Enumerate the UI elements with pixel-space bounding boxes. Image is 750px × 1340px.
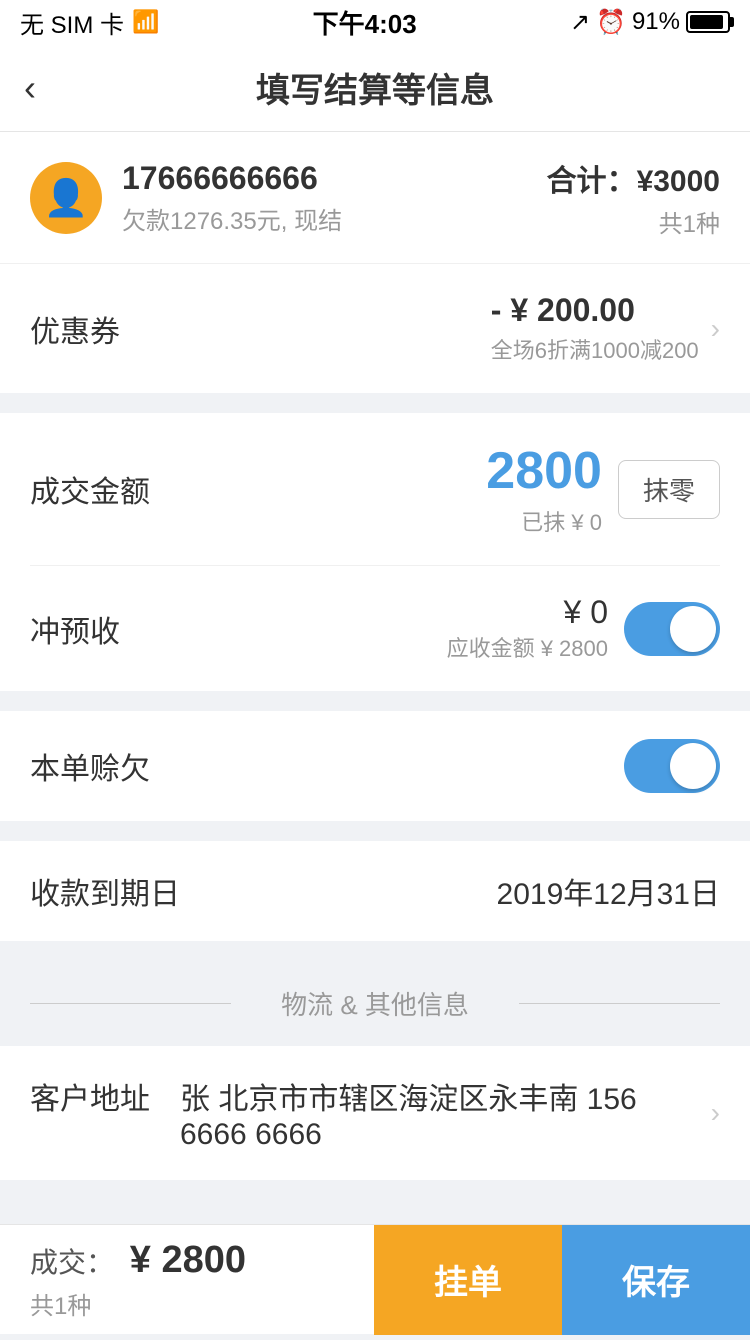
nav-bar: ‹ 填写结算等信息 [0,44,750,132]
chongyu-info: ¥ 0 应收金额 ¥ 2800 [447,594,608,663]
coupon-chevron-icon: › [711,313,720,345]
back-button[interactable]: ‹ [24,67,36,109]
separator-5 [0,1180,750,1220]
deal-amount-label: 成交金额 [30,467,150,511]
coupon-section[interactable]: 优惠券 - ¥ 200.00 全场6折满1000减200 › [0,263,750,393]
benjian-row: 本单赊欠 [30,711,720,821]
bottom-info: 成交： ¥ 2800 共1种 [0,1239,374,1321]
address-content: 张 北京市市辖区海淀区永丰南 156 6666 6666 [180,1074,701,1152]
benjian-label: 本单赊欠 [30,744,150,788]
status-left: 无 SIM 卡 📶 [20,5,159,40]
chongyu-sub: 应收金额 ¥ 2800 [447,631,608,663]
due-date-section: 收款到期日 2019年12月31日 [0,841,750,941]
customer-debt: 欠款1276.35元, 现结 [122,201,342,236]
benjian-section: 本单赊欠 [0,711,750,821]
wifi-icon: 📶 [132,9,159,35]
bottom-deal-line: 成交： ¥ 2800 [30,1239,344,1282]
customer-section: 👤 17666666666 欠款1276.35元, 现结 合计：¥3000 共1… [0,132,750,263]
chongyu-amount: ¥ 0 [447,594,608,631]
total-value: ¥3000 [637,165,720,198]
due-date-row: 收款到期日 2019年12月31日 [30,841,720,941]
divider-line-left [30,1003,231,1004]
customer-info: 17666666666 欠款1276.35元, 现结 [122,160,342,236]
coupon-right: - ¥ 200.00 全场6折满1000减200 › [491,292,720,365]
coupon-label: 优惠券 [30,307,120,351]
benjian-right [624,739,720,793]
address-chevron-icon: › [711,1097,720,1129]
total-amount: 合计：¥3000 [547,156,720,200]
battery-fill [690,15,723,29]
separator-3 [0,821,750,841]
toggle-knob [670,606,716,652]
coupon-info: - ¥ 200.00 全场6折满1000减200 [491,292,699,365]
total-count: 共1种 [547,204,720,239]
deal-amount-right: 2800 已抹 ¥ 0 抹零 [486,441,720,537]
sim-label: 无 SIM 卡 [20,5,124,40]
divider-line-right [519,1003,720,1004]
coupon-discount: - ¥ 200.00 [491,292,699,329]
chongyu-toggle[interactable] [624,602,720,656]
round-button[interactable]: 抹零 [618,460,720,519]
separator-4 [0,941,750,961]
status-right: ↗ ⏰ 91% [570,8,730,37]
benjian-toggle-knob [670,743,716,789]
coupon-desc: 全场6折满1000减200 [491,333,699,365]
separator-2 [0,691,750,711]
content: 👤 17666666666 欠款1276.35元, 现结 合计：¥3000 共1… [0,132,750,1340]
address-label: 客户地址 [30,1074,150,1118]
separator-1 [0,393,750,413]
avatar: 👤 [30,162,102,234]
status-bar: 无 SIM 卡 📶 下午4:03 ↗ ⏰ 91% [0,0,750,44]
hang-button[interactable]: 挂单 [374,1225,562,1335]
due-date-label: 收款到期日 [30,869,180,913]
battery-icon [686,11,730,33]
form-section: 成交金额 2800 已抹 ¥ 0 抹零 冲预收 ¥ 0 应收金额 ¥ 2800 [0,413,750,691]
customer-left: 👤 17666666666 欠款1276.35元, 现结 [30,160,342,236]
bottom-deal-amount: ¥ 2800 [130,1239,246,1281]
chongyu-right: ¥ 0 应收金额 ¥ 2800 [447,594,720,663]
benjian-toggle[interactable] [624,739,720,793]
bottom-bar: 成交： ¥ 2800 共1种 挂单 保存 [0,1224,750,1334]
page-title: 填写结算等信息 [256,63,494,112]
customer-phone: 17666666666 [122,160,342,197]
address-row[interactable]: 客户地址 张 北京市市辖区海淀区永丰南 156 6666 6666 › [0,1046,750,1180]
deal-amount-sub: 已抹 ¥ 0 [486,505,602,537]
total-label: 合计： [547,165,637,198]
bottom-count: 共1种 [30,1286,344,1321]
deal-amount-info: 2800 已抹 ¥ 0 [486,441,602,537]
logistics-divider: 物流 & 其他信息 [0,961,750,1046]
bottom-deal-label: 成交： [30,1247,114,1278]
deal-amount-value: 2800 [486,441,602,501]
alarm-icon: ⏰ [596,8,626,37]
logistics-label: 物流 & 其他信息 [281,985,469,1022]
due-date-value: 2019年12月31日 [497,869,720,913]
location-icon: ↗ [570,8,590,37]
status-time: 下午4:03 [313,4,417,41]
chongyu-label: 冲预收 [30,607,120,651]
deal-amount-row: 成交金额 2800 已抹 ¥ 0 抹零 [30,413,720,566]
chongyu-row: 冲预收 ¥ 0 应收金额 ¥ 2800 [30,566,720,691]
save-button[interactable]: 保存 [562,1225,750,1335]
customer-right: 合计：¥3000 共1种 [547,156,720,239]
battery-percent: 91% [632,8,680,36]
